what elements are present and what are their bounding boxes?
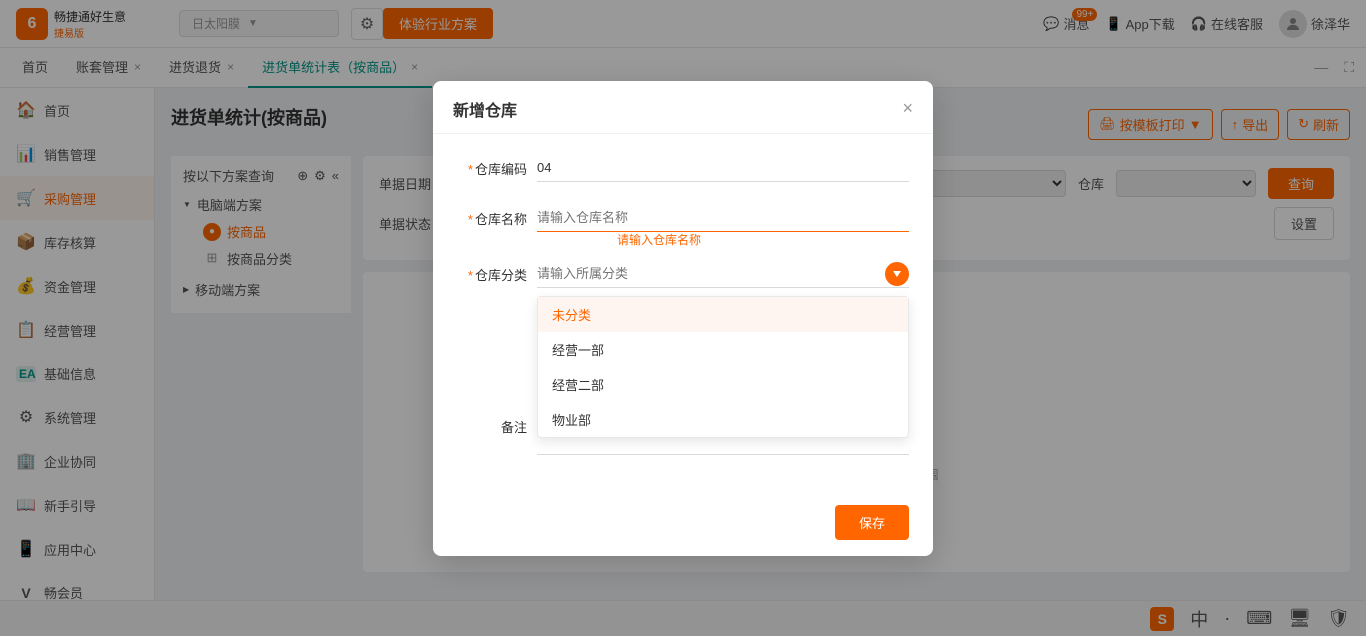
modal-title: 新增仓库 <box>453 97 517 121</box>
modal-header: 新增仓库 × <box>433 81 933 134</box>
modal-add-warehouse: 新增仓库 × 仓库编码 仓库名称 请输入仓库名称 仓库分类 <box>433 81 933 556</box>
modal-footer: 保存 <box>433 493 933 556</box>
modal-body: 仓库编码 仓库名称 请输入仓库名称 仓库分类 <box>433 134 933 493</box>
category-arrow-icon[interactable] <box>885 262 909 286</box>
dropdown-item-dept1[interactable]: 经营一部 <box>538 332 908 367</box>
category-select-wrapper <box>537 260 909 288</box>
note-label: 备注 <box>457 412 537 444</box>
save-button[interactable]: 保存 <box>835 505 909 540</box>
name-error-message: 请输入仓库名称 <box>617 231 701 248</box>
code-label: 仓库编码 <box>457 154 537 186</box>
modal-overlay[interactable]: 新增仓库 × 仓库编码 仓库名称 请输入仓库名称 仓库分类 <box>0 0 1366 636</box>
form-row-category: 仓库分类 未分类 经营一部 经营二部 物业部 <box>457 260 909 292</box>
name-label: 仓库名称 <box>457 204 537 236</box>
form-row-name: 仓库名称 请输入仓库名称 <box>457 204 909 236</box>
dropdown-item-property[interactable]: 物业部 <box>538 402 908 437</box>
form-row-code: 仓库编码 <box>457 154 909 186</box>
modal-close-button[interactable]: × <box>902 98 913 119</box>
dropdown-item-unclassified[interactable]: 未分类 <box>538 297 908 332</box>
category-label: 仓库分类 <box>457 260 537 292</box>
dropdown-item-dept2[interactable]: 经营二部 <box>538 367 908 402</box>
name-input[interactable] <box>537 204 909 232</box>
code-input[interactable] <box>537 154 909 182</box>
category-dropdown: 未分类 经营一部 经营二部 物业部 <box>537 296 909 438</box>
category-input[interactable] <box>537 260 909 288</box>
